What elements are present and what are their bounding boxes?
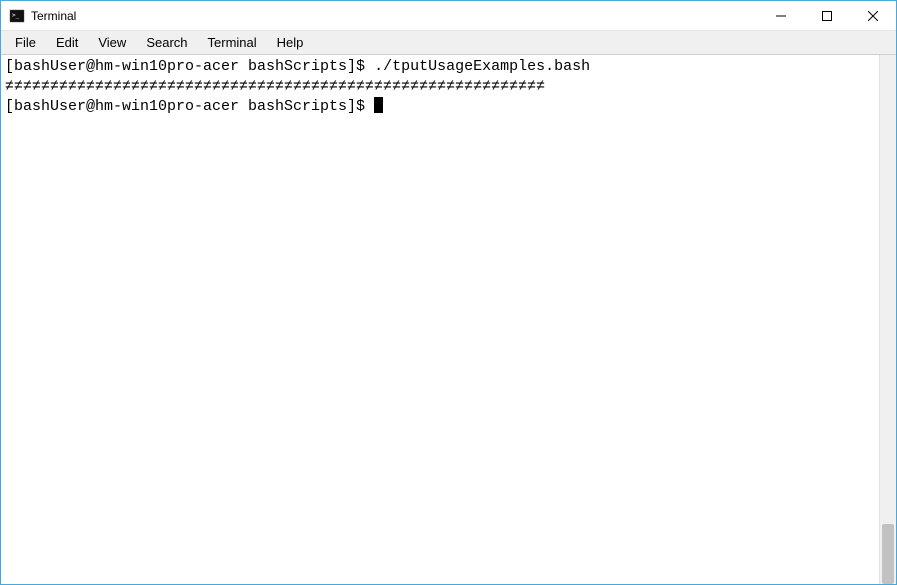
- close-button[interactable]: [850, 1, 896, 30]
- menu-help[interactable]: Help: [267, 32, 314, 53]
- terminal-line: ≠≠≠≠≠≠≠≠≠≠≠≠≠≠≠≠≠≠≠≠≠≠≠≠≠≠≠≠≠≠≠≠≠≠≠≠≠≠≠≠…: [5, 77, 875, 97]
- menu-edit[interactable]: Edit: [46, 32, 88, 53]
- scrollbar-thumb[interactable]: [882, 524, 894, 584]
- menubar: File Edit View Search Terminal Help: [1, 31, 896, 55]
- menu-view[interactable]: View: [88, 32, 136, 53]
- terminal-app-icon: >_: [9, 8, 25, 24]
- terminal-window: >_ Terminal File Edit View Search Termin…: [0, 0, 897, 585]
- minimize-button[interactable]: [758, 1, 804, 30]
- output-text: ≠≠≠≠≠≠≠≠≠≠≠≠≠≠≠≠≠≠≠≠≠≠≠≠≠≠≠≠≠≠≠≠≠≠≠≠≠≠≠≠…: [5, 78, 545, 95]
- terminal-area: [bashUser@hm-win10pro-acer bashScripts]$…: [1, 55, 896, 584]
- maximize-button[interactable]: [804, 1, 850, 30]
- window-title: Terminal: [31, 9, 758, 23]
- svg-text:>_: >_: [12, 12, 20, 19]
- cursor-icon: [374, 97, 383, 113]
- menu-search[interactable]: Search: [136, 32, 197, 53]
- terminal-content[interactable]: [bashUser@hm-win10pro-acer bashScripts]$…: [1, 55, 879, 584]
- terminal-line: [bashUser@hm-win10pro-acer bashScripts]$…: [5, 57, 875, 77]
- titlebar: >_ Terminal: [1, 1, 896, 31]
- prompt-text: [bashUser@hm-win10pro-acer bashScripts]$: [5, 58, 374, 75]
- menu-terminal[interactable]: Terminal: [198, 32, 267, 53]
- terminal-line: [bashUser@hm-win10pro-acer bashScripts]$: [5, 97, 875, 117]
- prompt-text: [bashUser@hm-win10pro-acer bashScripts]$: [5, 98, 374, 115]
- menu-file[interactable]: File: [5, 32, 46, 53]
- vertical-scrollbar[interactable]: [879, 55, 896, 584]
- command-text: ./tputUsageExamples.bash: [374, 58, 590, 75]
- window-controls: [758, 1, 896, 30]
